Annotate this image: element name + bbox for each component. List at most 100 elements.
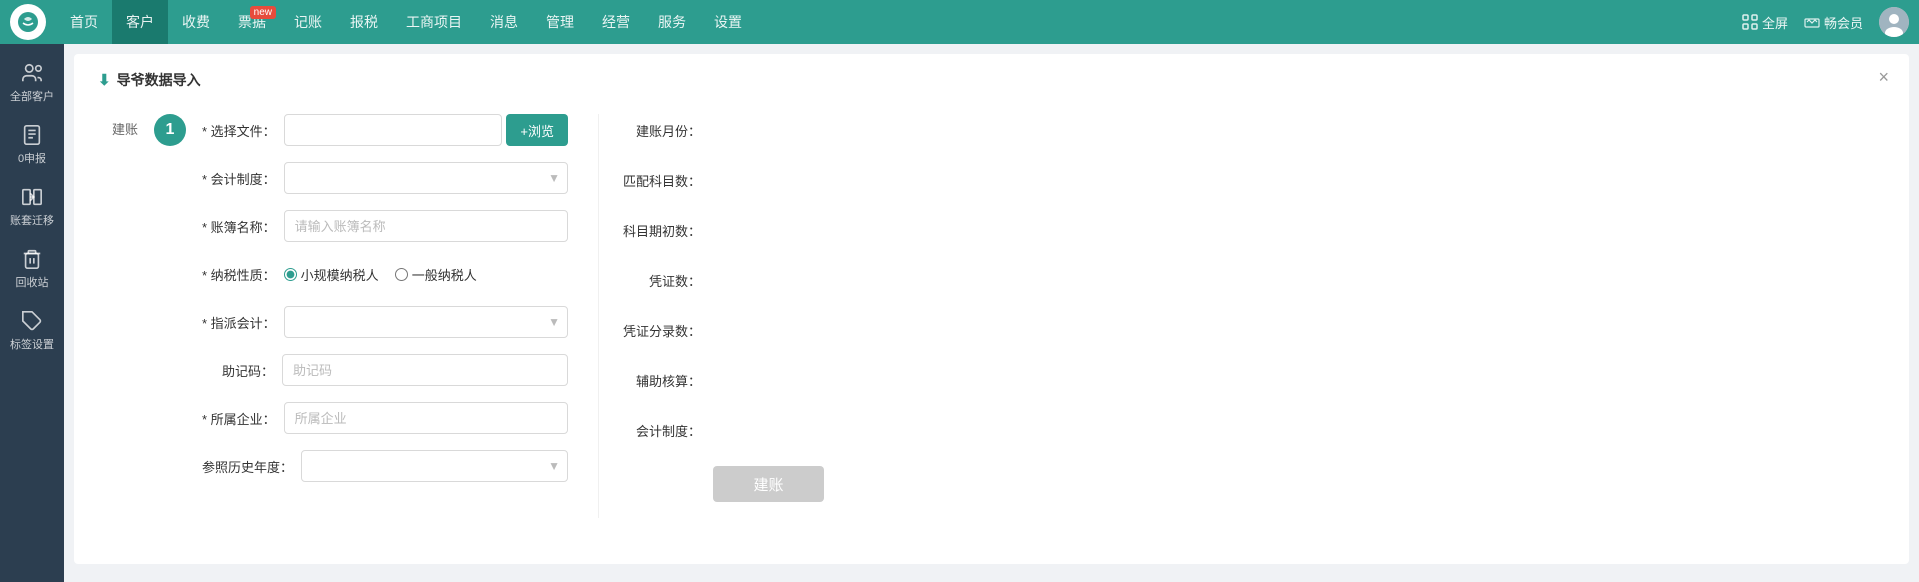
main-content: ⬇ 导爷数据导入 × 建账 1 * 选择文件： bbox=[64, 44, 1919, 582]
nav-tax-label: 报税 bbox=[350, 12, 378, 32]
sidebar-item-all-customers[interactable]: 全部客户 bbox=[0, 54, 64, 112]
fullscreen-btn[interactable]: 全屏 bbox=[1742, 13, 1788, 32]
fullscreen-label: 全屏 bbox=[1762, 13, 1788, 32]
form-body: 建账 1 * 选择文件： +浏览 bbox=[98, 114, 1885, 518]
right-match-row: 匹配科目数： bbox=[619, 164, 918, 196]
tax-radio-small-input[interactable] bbox=[284, 268, 297, 281]
form-right: 建账月份： 匹配科目数： 科目期初数： 凭证数： bbox=[598, 114, 918, 518]
memo-label: 助记码： bbox=[202, 361, 282, 380]
nav-service-label: 服务 bbox=[658, 12, 686, 32]
accounting-label: * 会计制度： bbox=[202, 169, 284, 188]
step-badge: 1 bbox=[154, 114, 186, 146]
sidebar-label-zero-declaration: 0申报 bbox=[18, 150, 46, 166]
memo-input[interactable] bbox=[282, 354, 568, 386]
accountant-select-wrapper: ▼ bbox=[284, 306, 568, 338]
history-label: 参照历史年度： bbox=[202, 457, 301, 476]
right-init-row: 科目期初数： bbox=[619, 214, 918, 246]
nav-operation-label: 经营 bbox=[602, 12, 630, 32]
nav-management-label: 管理 bbox=[546, 12, 574, 32]
sidebar-label-tag-settings: 标签设置 bbox=[10, 336, 54, 352]
import-icon: ⬇ bbox=[98, 71, 111, 89]
right-aux-row: 辅助核算： bbox=[619, 364, 918, 396]
nav-home[interactable]: 首页 bbox=[56, 0, 112, 44]
sidebar-label-recycle-bin: 回收站 bbox=[16, 274, 49, 290]
accountant-row: * 指派会计： ▼ bbox=[202, 306, 568, 338]
accountant-select[interactable] bbox=[284, 306, 568, 338]
avatar[interactable] bbox=[1879, 7, 1909, 37]
nav-messages-label: 消息 bbox=[490, 12, 518, 32]
top-nav: 首页 客户 收费 票据 new 记账 报税 工商项目 消息 管理 经营 服务 设… bbox=[0, 0, 1919, 44]
vip-label: 畅会员 bbox=[1824, 13, 1863, 32]
nav-customers[interactable]: 客户 bbox=[112, 0, 168, 44]
nav-bills[interactable]: 票据 new bbox=[224, 0, 280, 44]
vip-btn[interactable]: 畅会员 bbox=[1804, 13, 1863, 32]
panel-title-text: 导爷数据导入 bbox=[117, 70, 201, 90]
tax-radio-general-input[interactable] bbox=[395, 268, 408, 281]
nav-fees[interactable]: 收费 bbox=[168, 0, 224, 44]
right-match-label: 匹配科目数： bbox=[619, 171, 709, 190]
accounting-row: * 会计制度： ▼ bbox=[202, 162, 568, 194]
right-month-label: 建账月份： bbox=[619, 121, 709, 140]
right-aux-label: 辅助核算： bbox=[619, 371, 709, 390]
memo-row: 助记码： bbox=[202, 354, 568, 386]
nav-items: 首页 客户 收费 票据 new 记账 报税 工商项目 消息 管理 经营 服务 设… bbox=[56, 0, 1742, 44]
sidebar-label-account-migration: 账套迁移 bbox=[10, 212, 54, 228]
panel-close-button[interactable]: × bbox=[1878, 68, 1889, 86]
nav-fees-label: 收费 bbox=[182, 12, 210, 32]
step-label: 建账 bbox=[98, 114, 138, 146]
panel-title: ⬇ 导爷数据导入 bbox=[98, 70, 1885, 90]
ledger-row: * 账簿名称： bbox=[202, 210, 568, 242]
nav-tax[interactable]: 报税 bbox=[336, 0, 392, 44]
sidebar-item-recycle-bin[interactable]: 回收站 bbox=[0, 240, 64, 298]
tax-label: * 纳税性质： bbox=[202, 265, 284, 284]
nav-service[interactable]: 服务 bbox=[644, 0, 700, 44]
nav-operation[interactable]: 经营 bbox=[588, 0, 644, 44]
accounting-select-wrapper: ▼ bbox=[284, 162, 568, 194]
nav-settings-label: 设置 bbox=[714, 12, 742, 32]
right-voucher-records-row: 凭证分录数： bbox=[619, 314, 918, 346]
tax-general-label: 一般纳税人 bbox=[412, 265, 477, 284]
file-label: * 选择文件： bbox=[202, 121, 284, 140]
nav-settings[interactable]: 设置 bbox=[700, 0, 756, 44]
nav-business-label: 工商项目 bbox=[406, 12, 462, 32]
nav-right: 全屏 畅会员 bbox=[1742, 7, 1909, 37]
accounting-select[interactable] bbox=[284, 162, 568, 194]
right-voucher-records-label: 凭证分录数： bbox=[619, 321, 709, 340]
accountant-label: * 指派会计： bbox=[202, 313, 284, 332]
nav-business[interactable]: 工商项目 bbox=[392, 0, 476, 44]
history-row: 参照历史年度： ▼ bbox=[202, 450, 568, 482]
company-input[interactable] bbox=[284, 402, 568, 434]
file-input[interactable] bbox=[284, 114, 503, 146]
tax-radio-general[interactable]: 一般纳税人 bbox=[395, 265, 477, 284]
tax-row: * 纳税性质： 小规模纳税人 一般纳税人 bbox=[202, 258, 568, 290]
right-accounting-label: 会计制度： bbox=[619, 421, 709, 440]
sidebar-label-all-customers: 全部客户 bbox=[10, 88, 54, 104]
nav-accounting[interactable]: 记账 bbox=[280, 0, 336, 44]
right-accounting-row: 会计制度： bbox=[619, 414, 918, 446]
nav-messages[interactable]: 消息 bbox=[476, 0, 532, 44]
tax-radio-small[interactable]: 小规模纳税人 bbox=[284, 265, 379, 284]
sidebar-item-tag-settings[interactable]: 标签设置 bbox=[0, 302, 64, 360]
right-aux-value bbox=[709, 364, 918, 396]
ledger-input[interactable] bbox=[284, 210, 568, 242]
step-fields: * 选择文件： +浏览 * 会计制度： bbox=[202, 114, 568, 498]
right-init-value bbox=[709, 214, 918, 246]
build-button[interactable]: 建账 bbox=[713, 466, 823, 502]
browse-button[interactable]: +浏览 bbox=[506, 114, 568, 146]
new-badge: new bbox=[250, 6, 276, 19]
right-month-value bbox=[709, 114, 918, 146]
sidebar-item-zero-declaration[interactable]: 0申报 bbox=[0, 116, 64, 174]
nav-customers-label: 客户 bbox=[126, 12, 154, 32]
nav-home-label: 首页 bbox=[70, 12, 98, 32]
right-month-row: 建账月份： bbox=[619, 114, 918, 146]
nav-management[interactable]: 管理 bbox=[532, 0, 588, 44]
right-accounting-value bbox=[709, 414, 918, 446]
history-select[interactable] bbox=[301, 450, 568, 482]
sidebar-item-account-migration[interactable]: 账套迁移 bbox=[0, 178, 64, 236]
logo[interactable] bbox=[10, 4, 46, 40]
right-voucher-label: 凭证数： bbox=[619, 271, 709, 290]
panel: ⬇ 导爷数据导入 × 建账 1 * 选择文件： bbox=[74, 54, 1909, 564]
file-row: * 选择文件： +浏览 bbox=[202, 114, 568, 146]
sidebar: 全部客户 0申报 账套迁移 回收站 标签设置 bbox=[0, 44, 64, 582]
tax-radio-group: 小规模纳税人 一般纳税人 bbox=[284, 258, 477, 290]
